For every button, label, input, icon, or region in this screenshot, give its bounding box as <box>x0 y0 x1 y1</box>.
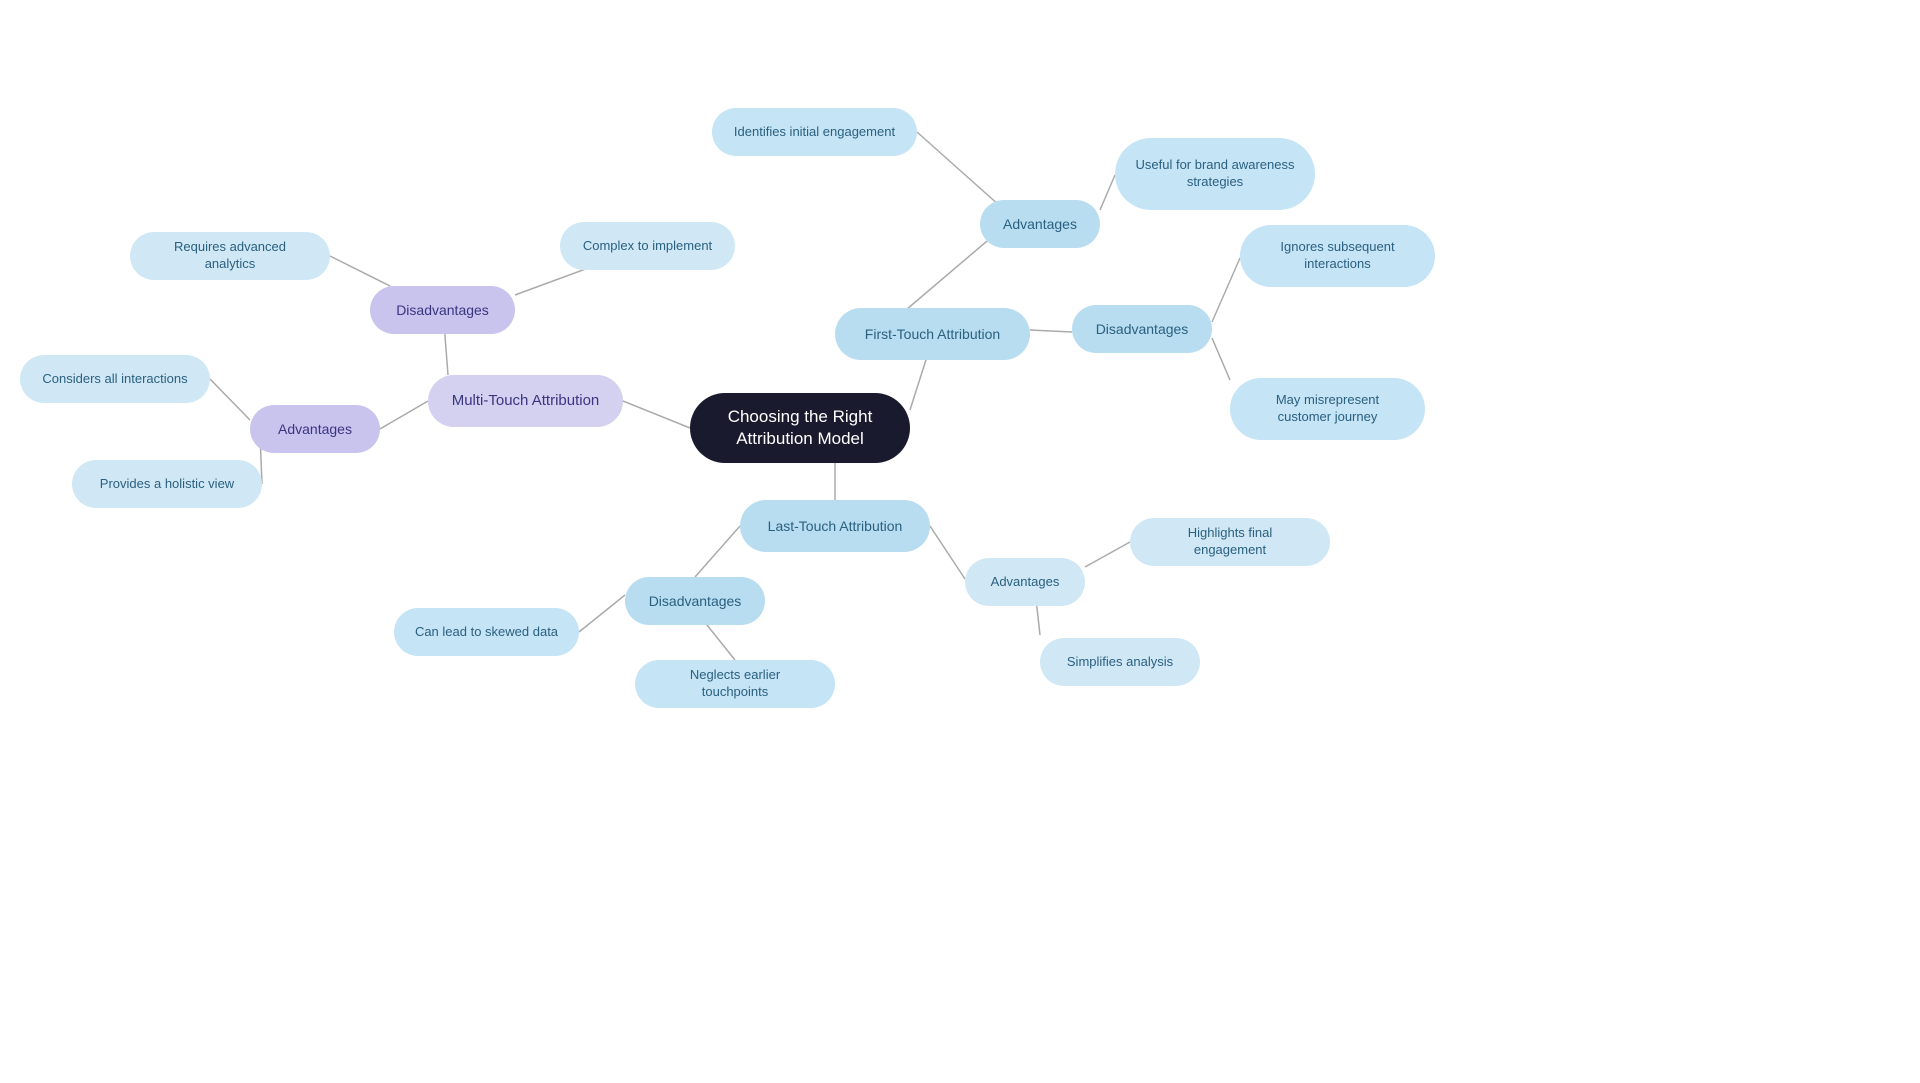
mt-disadvantages-node: Disadvantages <box>370 286 515 334</box>
useful-brand-node: Useful for brand awareness strategies <box>1115 138 1315 210</box>
ft-disadvantages-node: Disadvantages <box>1072 305 1212 353</box>
simplifies-analysis-node: Simplifies analysis <box>1040 638 1200 686</box>
ft-advantages-node: Advantages <box>980 200 1100 248</box>
skewed-data-node: Can lead to skewed data <box>394 608 579 656</box>
ignores-subsequent-node: Ignores subsequent interactions <box>1240 225 1435 287</box>
lt-advantages-node: Advantages <box>965 558 1085 606</box>
neglects-earlier-node: Neglects earlier touchpoints <box>635 660 835 708</box>
may-misrepresent-node: May misrepresent customer journey <box>1230 378 1425 440</box>
requires-advanced-node: Requires advanced analytics <box>130 232 330 280</box>
last-touch-node: Last-Touch Attribution <box>740 500 930 552</box>
center-node: Choosing the Right Attribution Model <box>690 393 910 463</box>
first-touch-node: First-Touch Attribution <box>835 308 1030 360</box>
connections-svg <box>0 0 1920 1083</box>
holistic-view-node: Provides a holistic view <box>72 460 262 508</box>
lt-disadvantages-node: Disadvantages <box>625 577 765 625</box>
identifies-initial-node: Identifies initial engagement <box>712 108 917 156</box>
multi-touch-node: Multi-Touch Attribution <box>428 375 623 427</box>
considers-all-node: Considers all interactions <box>20 355 210 403</box>
complex-implement-node: Complex to implement <box>560 222 735 270</box>
mt-advantages-node: Advantages <box>250 405 380 453</box>
highlights-final-node: Highlights final engagement <box>1130 518 1330 566</box>
